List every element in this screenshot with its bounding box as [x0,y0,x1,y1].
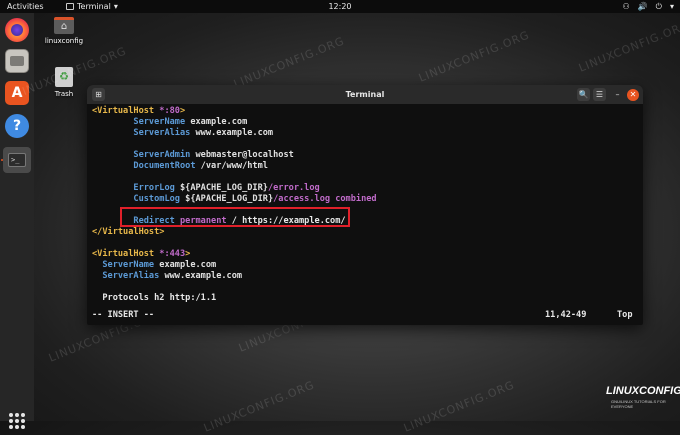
annotation-highlight-box [120,207,350,227]
network-icon[interactable]: ⚇ [623,0,630,13]
hamburger-menu-icon[interactable]: ☰ [593,88,606,101]
tray-chevron-icon[interactable]: ▾ [670,0,674,13]
top-bar: Activities Terminal ▾ 12:20 ⚇ 🔊 ⏻ ▾ [0,0,680,13]
code-line: CustomLog ${APACHE_LOG_DIR}/access.log c… [133,194,377,204]
code-line: ErrorLog ${APACHE_LOG_DIR}/error.log [133,183,320,193]
linuxconfig-logo: LINUXCONFIG.ORG [606,385,680,397]
help-icon[interactable]: ? [5,114,29,138]
terminal-titlebar[interactable]: ⊞ Terminal 🔍 ☰ – ✕ [87,85,643,104]
home-folder-label: linuxconfig [44,37,84,45]
code-line: Protocols h2 http:/1.1 [102,293,217,303]
code-line: </VirtualHost> [92,227,165,237]
terminal-dock-icon[interactable]: >_ [3,147,31,173]
trash-label: Trash [54,90,74,98]
code-line: ServerAlias www.example.com [102,271,243,281]
code-line: <VirtualHost *:443> [92,249,191,259]
code-line: ServerName example.com [133,117,248,127]
code-line: DocumentRoot /var/www/html [133,161,268,171]
terminal-window[interactable]: ⊞ Terminal 🔍 ☰ – ✕ <VirtualHost *:80> Se… [87,85,643,325]
power-icon[interactable]: ⏻ [656,0,662,13]
minimize-icon[interactable]: – [611,88,624,101]
terminal-mini-icon [66,3,74,10]
app-menu-label: Terminal [77,2,111,11]
watermark: LINUXCONFIG.ORG [576,18,680,75]
code-line: ServerAlias www.example.com [133,128,274,138]
window-title: Terminal [345,90,385,99]
cursor-position: 11,42-49 [545,310,587,320]
watermark: LINUXCONFIG.ORG [416,28,532,85]
watermark: LINUXCONFIG.ORG [201,378,317,435]
dock: A ? >_ [0,13,34,429]
system-tray[interactable]: ⚇ 🔊 ⏻ ▾ [623,0,674,13]
code-line: ServerAdmin webmaster@localhost [133,150,294,160]
home-folder-icon [54,17,74,34]
vim-mode-indicator: -- INSERT -- [92,310,155,320]
watermark: LINUXCONFIG.ORG [231,34,347,91]
search-icon[interactable]: 🔍 [577,88,590,101]
app-menu[interactable]: Terminal ▾ [66,0,118,13]
code-line: ServerName example.com [102,260,217,270]
close-icon[interactable]: ✕ [627,89,639,101]
watermark: LINUXCONFIG.ORG [401,378,517,435]
volume-icon[interactable]: 🔊 [638,0,648,13]
logo-tagline: GNU/LINUX TUTORIALS FOR EVERYONE [611,399,666,409]
activities-button[interactable]: Activities [7,0,44,13]
scroll-position: Top [617,310,633,320]
home-folder-desktop-icon[interactable]: linuxconfig [44,17,84,45]
code-line: <VirtualHost *:80> [92,106,186,116]
files-icon[interactable] [5,49,29,73]
show-applications-icon[interactable] [9,413,25,429]
chevron-down-icon: ▾ [113,2,118,11]
active-indicator [1,159,3,161]
firefox-icon[interactable] [5,18,29,42]
